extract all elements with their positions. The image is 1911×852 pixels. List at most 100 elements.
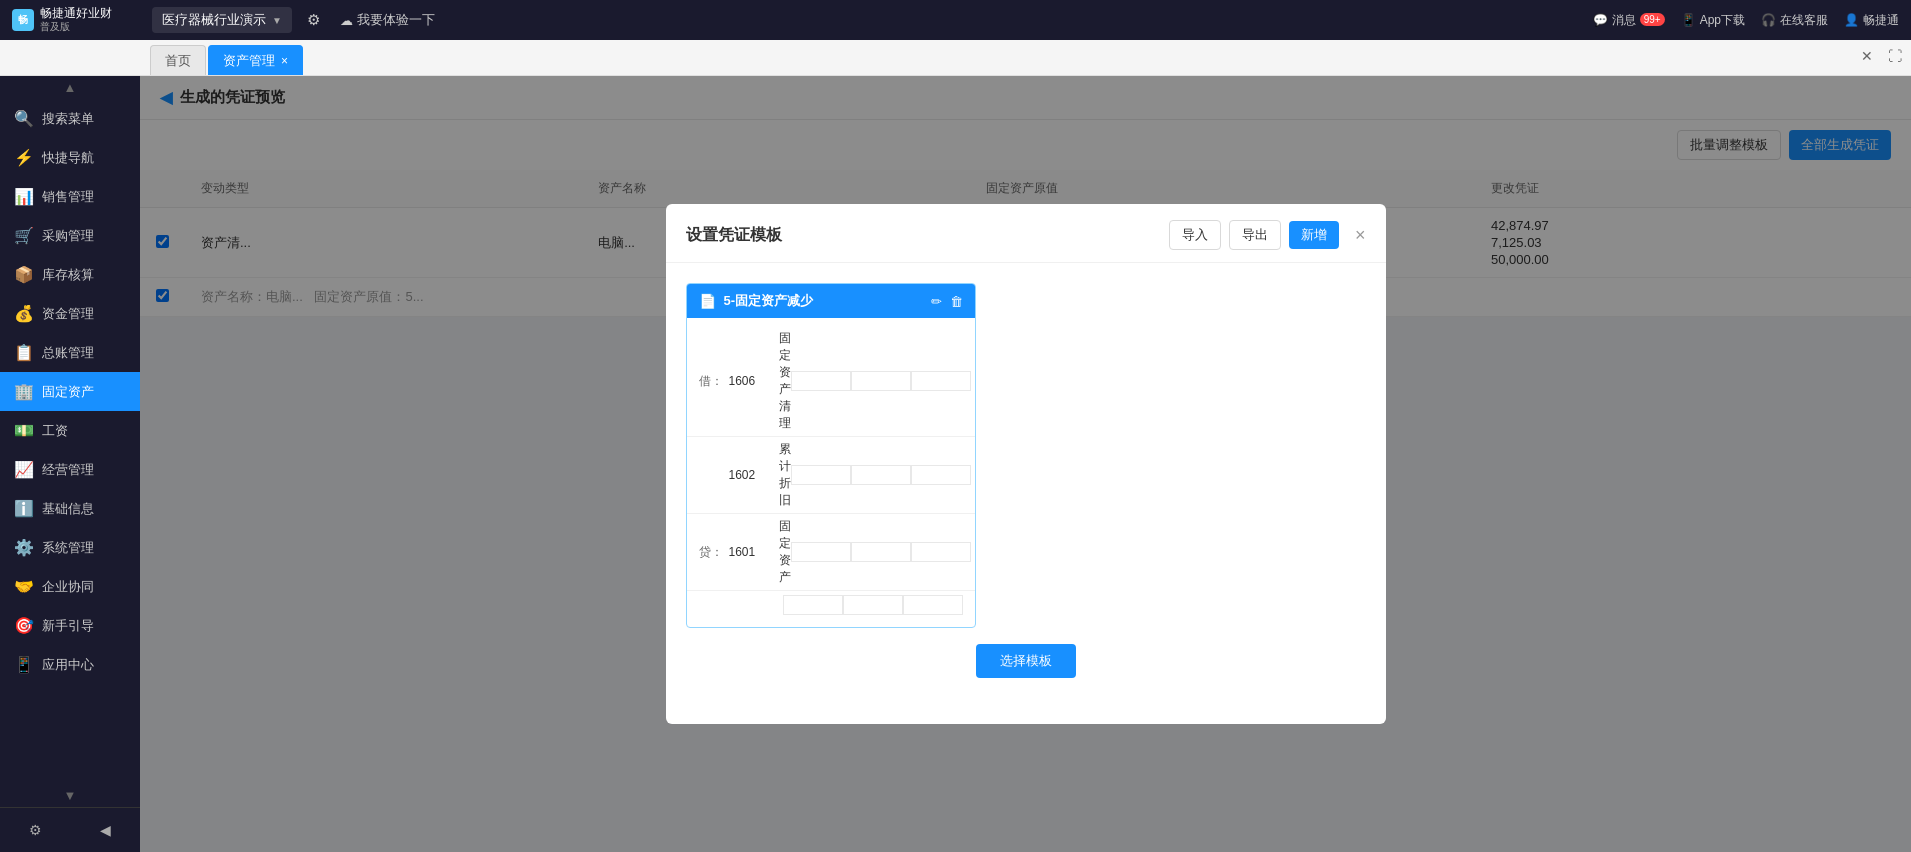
basic-info-icon: ℹ️ [14, 499, 34, 518]
cloud-icon: ☁ [340, 13, 353, 28]
cell-4-2 [843, 595, 903, 615]
sidebar-label-operations: 经营管理 [42, 461, 94, 479]
window-close-button[interactable]: ✕ [1855, 44, 1879, 68]
enterprise-icon: 🤝 [14, 577, 34, 596]
sidebar-collapse-button[interactable]: ◀ [100, 822, 111, 838]
sidebar-label-basic-info: 基础信息 [42, 500, 94, 518]
sidebar-item-sales[interactable]: 📊 销售管理 [0, 177, 140, 216]
sidebar-label-ledger: 总账管理 [42, 344, 94, 362]
export-button[interactable]: 导出 [1229, 220, 1281, 250]
modal-body: 📄 5-固定资产减少 ✏ 🗑 借： [666, 263, 1386, 724]
sidebar-item-enterprise[interactable]: 🤝 企业协同 [0, 567, 140, 606]
sidebar-label-purchase: 采购管理 [42, 227, 94, 245]
cell-2-1 [791, 465, 851, 485]
sidebar-item-guide[interactable]: 🎯 新手引导 [0, 606, 140, 645]
sidebar-item-search[interactable]: 🔍 搜索菜单 [0, 99, 140, 138]
ledger-icon: 📋 [14, 343, 34, 362]
sidebar-label-app-center: 应用中心 [42, 656, 94, 674]
fixed-assets-icon: 🏢 [14, 382, 34, 401]
sidebar-item-operations[interactable]: 📈 经营管理 [0, 450, 140, 489]
experience-button[interactable]: ☁ 我要体验一下 [340, 11, 435, 29]
system-icon: ⚙️ [14, 538, 34, 557]
row-cells-2 [791, 465, 971, 485]
company-selector[interactable]: 医疗器械行业演示 ▼ [152, 7, 292, 33]
sidebar-item-purchase[interactable]: 🛒 采购管理 [0, 216, 140, 255]
window-maximize-button[interactable]: ⛶ [1883, 44, 1907, 68]
cell-3-2 [851, 542, 911, 562]
logo-sub: 普及版 [40, 20, 112, 34]
user-icon: 👤 [1844, 13, 1859, 27]
experience-label: 我要体验一下 [357, 11, 435, 29]
template-card-body: 借： 1606 固定资产清理 [687, 318, 975, 627]
select-template-button[interactable]: 选择模板 [976, 644, 1076, 678]
sidebar-label-system: 系统管理 [42, 539, 94, 557]
sidebar-settings-button[interactable]: ⚙ [29, 822, 42, 838]
sidebar-item-funds[interactable]: 💰 资金管理 [0, 294, 140, 333]
inventory-icon: 📦 [14, 265, 34, 284]
settings-gear-icon[interactable]: ⚙ [300, 6, 328, 34]
company-dropdown-arrow: ▼ [272, 15, 282, 26]
search-icon: 🔍 [14, 109, 34, 128]
sidebar-scroll-down[interactable]: ▼ [0, 784, 140, 807]
template-delete-icon[interactable]: 🗑 [950, 294, 963, 309]
top-header: 畅 畅捷通好业财 普及版 医疗器械行业演示 ▼ ⚙ ☁ 我要体验一下 💬 消息 … [0, 0, 1911, 40]
asset-tab-label: 资产管理 [223, 52, 275, 70]
template-row-1: 借： 1606 固定资产清理 [687, 326, 975, 437]
row-name-2: 累计折旧 [779, 441, 791, 509]
logo-area: 畅 畅捷通好业财 普及版 [12, 6, 152, 34]
sidebar-item-app-center[interactable]: 📱 应用中心 [0, 645, 140, 684]
purchase-icon: 🛒 [14, 226, 34, 245]
cell-4-1 [783, 595, 843, 615]
template-edit-icon[interactable]: ✏ [931, 294, 942, 309]
messages-label: 消息 [1612, 12, 1636, 29]
template-card-title: 5-固定资产减少 [724, 292, 923, 310]
modal-close-button[interactable]: × [1355, 225, 1366, 246]
sidebar-label-inventory: 库存核算 [42, 266, 94, 284]
sidebar-item-fixed-assets[interactable]: 🏢 固定资产 [0, 372, 140, 411]
user-action[interactable]: 👤 畅捷通 [1844, 12, 1899, 29]
tab-asset-management[interactable]: 资产管理 × [208, 45, 303, 75]
sidebar-label-payroll: 工资 [42, 422, 68, 440]
modal-title: 设置凭证模板 [686, 225, 782, 246]
cell-4-3 [903, 595, 963, 615]
cell-2-2 [851, 465, 911, 485]
sidebar-item-system[interactable]: ⚙️ 系统管理 [0, 528, 140, 567]
row-cells-1 [791, 371, 971, 391]
messages-action[interactable]: 💬 消息 99 [1593, 12, 1665, 29]
row-code-3: 1601 [729, 545, 779, 559]
home-tab-label: 首页 [165, 52, 191, 70]
row-cells-3 [791, 542, 971, 562]
app-center-icon: 📱 [14, 655, 34, 674]
sidebar-item-payroll[interactable]: 💵 工资 [0, 411, 140, 450]
app-download-action[interactable]: 📱 App下载 [1681, 12, 1745, 29]
import-button[interactable]: 导入 [1169, 220, 1221, 250]
sidebar-item-basic-info[interactable]: ℹ️ 基础信息 [0, 489, 140, 528]
logo-text: 畅捷通好业财 [40, 6, 112, 20]
row-name-1: 固定资产清理 [779, 330, 791, 432]
template-row-3: 贷： 1601 固定资产 [687, 514, 975, 591]
row-type-label-1: 借： [699, 373, 729, 390]
download-icon: 📱 [1681, 13, 1696, 27]
template-card-actions: ✏ 🗑 [931, 294, 963, 309]
message-icon: 💬 [1593, 13, 1608, 27]
sidebar-bottom: ⚙ ◀ [0, 807, 140, 852]
cell-1-2 [851, 371, 911, 391]
sidebar-item-quicknav[interactable]: ⚡ 快捷导航 [0, 138, 140, 177]
sidebar-label-guide: 新手引导 [42, 617, 94, 635]
sidebar-label-fixed-assets: 固定资产 [42, 383, 94, 401]
row-cells-4 [783, 595, 963, 615]
right-actions: 💬 消息 99 📱 App下载 🎧 在线客服 👤 畅捷通 [1593, 12, 1899, 29]
sidebar-item-inventory[interactable]: 📦 库存核算 [0, 255, 140, 294]
tab-home[interactable]: 首页 [150, 45, 206, 75]
template-card: 📄 5-固定资产减少 ✏ 🗑 借： [686, 283, 976, 628]
sidebar-scroll-up[interactable]: ▲ [0, 76, 140, 99]
modal-header-actions: 导入 导出 新增 × [1169, 220, 1366, 250]
sidebar-item-ledger[interactable]: 📋 总账管理 [0, 333, 140, 372]
online-service-action[interactable]: 🎧 在线客服 [1761, 12, 1828, 29]
sidebar-label-funds: 资金管理 [42, 305, 94, 323]
modal-header: 设置凭证模板 导入 导出 新增 × [666, 204, 1386, 263]
new-template-button[interactable]: 新增 [1289, 221, 1339, 249]
sidebar-label-enterprise: 企业协同 [42, 578, 94, 596]
asset-tab-close[interactable]: × [281, 54, 288, 68]
service-icon: 🎧 [1761, 13, 1776, 27]
